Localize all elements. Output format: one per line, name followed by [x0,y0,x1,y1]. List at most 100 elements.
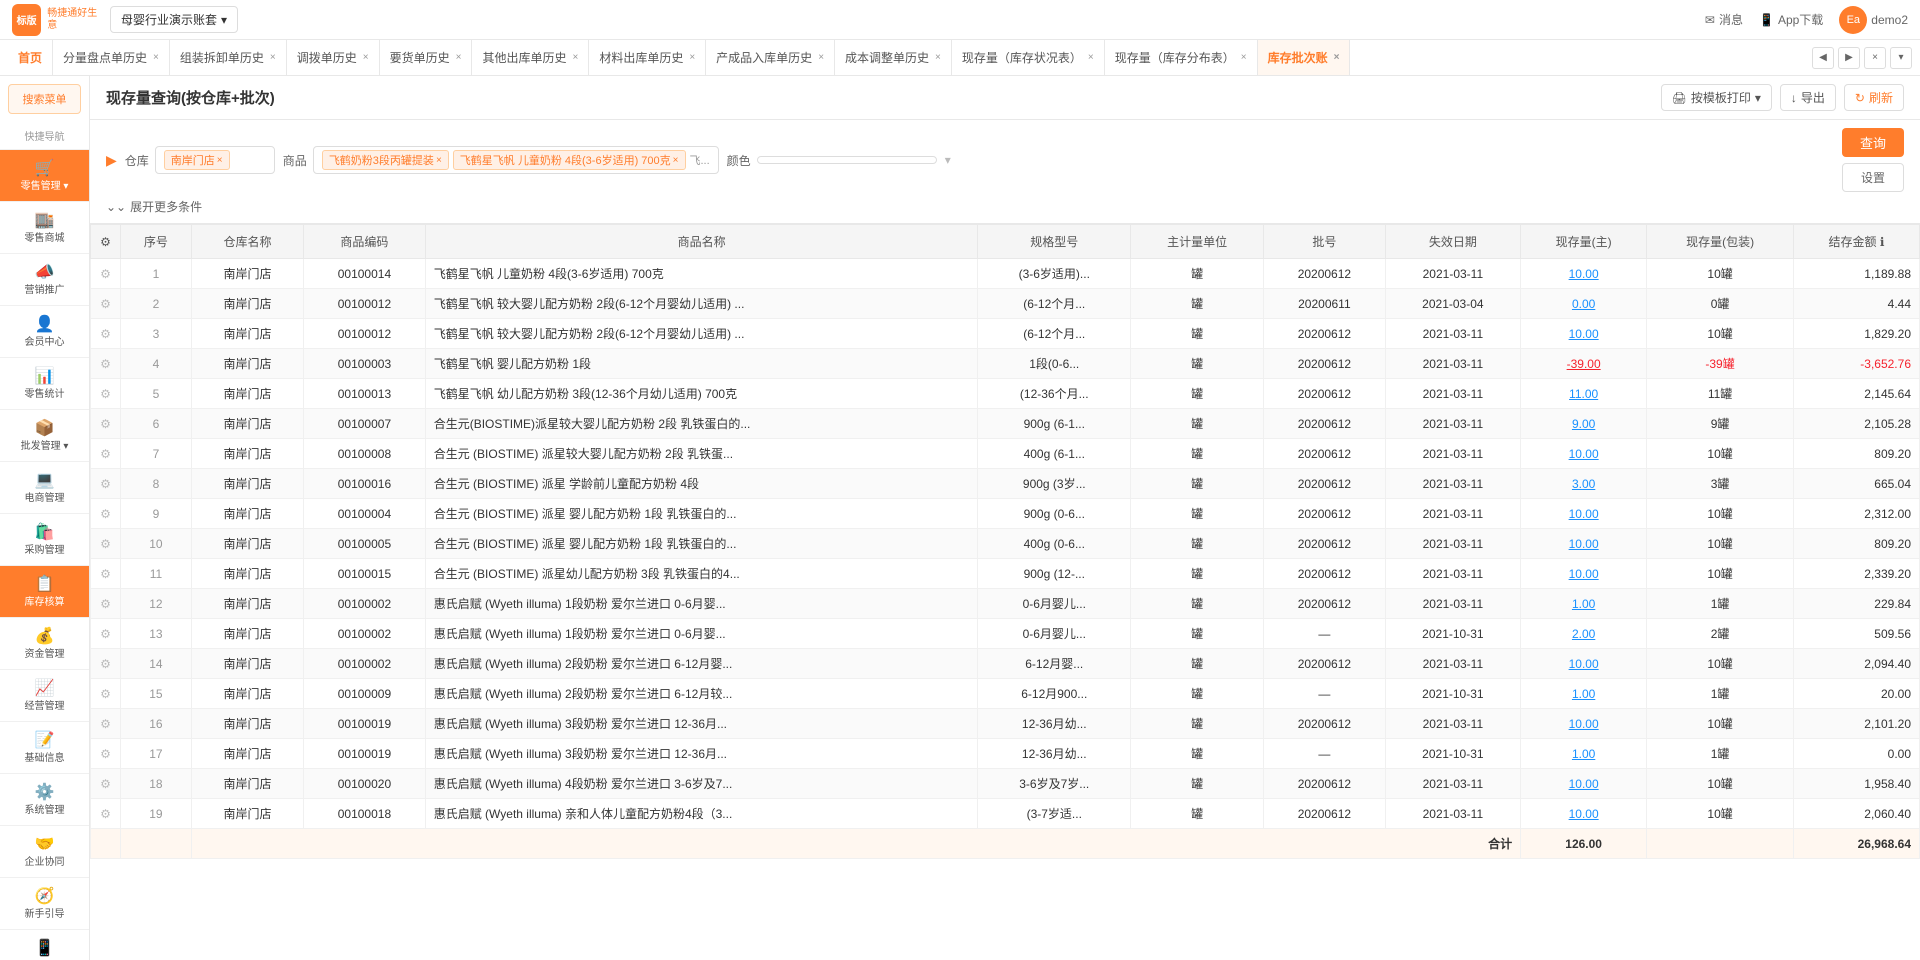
tab-close-icon[interactable]: × [572,52,578,63]
tab-close-icon[interactable]: × [935,52,941,63]
row-stock-main[interactable]: 0.00 [1521,289,1647,319]
tab-inventory-status[interactable]: 现存量（库存状况表） × [952,40,1105,76]
row-settings-cell[interactable]: ⚙ [91,409,121,439]
row-settings-cell[interactable]: ⚙ [91,739,121,769]
row-settings-cell[interactable]: ⚙ [91,559,121,589]
row-stock-main[interactable]: 10.00 [1521,439,1647,469]
sidebar-item-system[interactable]: ⚙️ 系统管理 [0,774,89,826]
row-settings-cell[interactable]: ⚙ [91,259,121,289]
row-stock-main[interactable]: 10.00 [1521,499,1647,529]
row-stock-main[interactable]: 10.00 [1521,799,1647,829]
tab-mix-history[interactable]: 调拨单历史 × [287,40,380,76]
app-download-btn[interactable]: 📱 App下载 [1759,11,1823,28]
row-settings-cell[interactable]: ⚙ [91,349,121,379]
row-settings-cell[interactable]: ⚙ [91,769,121,799]
search-menu-btn[interactable]: 搜索菜单 [8,84,81,114]
row-settings-cell[interactable]: ⚙ [91,439,121,469]
tab-close-icon[interactable]: × [1241,52,1247,63]
row-stock-main[interactable]: 10.00 [1521,259,1647,289]
row-stock-main[interactable]: 10.00 [1521,649,1647,679]
row-settings-cell[interactable]: ⚙ [91,679,121,709]
sidebar-item-enterprise[interactable]: 🤝 企业协同 [0,826,89,878]
product-filter-input[interactable]: 飞鹤奶粉3段丙罐提装 × 飞鹤星飞帆 儿童奶粉 4段(3-6岁适用) 700克 … [313,146,719,174]
product-tag-close-1[interactable]: × [436,155,442,166]
tab-close-icon[interactable]: × [818,52,824,63]
row-settings-cell[interactable]: ⚙ [91,649,121,679]
row-settings-cell[interactable]: ⚙ [91,589,121,619]
tab-prev-btn[interactable]: ◀ [1812,47,1834,69]
tab-close-all-btn[interactable]: × [1864,47,1886,69]
tab-product-in-history[interactable]: 产成品入库单历史 × [706,40,835,76]
sidebar-item-wholesale[interactable]: 📦 批发管理 ▾ [0,410,89,462]
tab-close-icon[interactable]: × [363,52,369,63]
tab-close-icon[interactable]: × [689,52,695,63]
row-stock-main[interactable]: 2.00 [1521,619,1647,649]
row-settings-cell[interactable]: ⚙ [91,799,121,829]
sidebar-item-purchase[interactable]: 🛍️ 采购管理 [0,514,89,566]
row-stock-main[interactable]: 10.00 [1521,769,1647,799]
tab-next-btn[interactable]: ▶ [1838,47,1860,69]
expand-conditions-btn[interactable]: ⌄⌄ 展开更多条件 [106,198,1904,215]
row-settings-cell[interactable]: ⚙ [91,469,121,499]
tab-close-icon[interactable]: × [1088,52,1094,63]
sidebar-item-operation[interactable]: 📈 经营管理 [0,670,89,722]
row-settings-cell[interactable]: ⚙ [91,319,121,349]
messages-btn[interactable]: ✉ 消息 [1705,11,1743,28]
row-stock-main[interactable]: -39.00 [1521,349,1647,379]
th-settings[interactable]: ⚙ [91,225,121,259]
sidebar-item-app-center[interactable]: 📱 应用中心 [0,930,89,960]
sidebar-item-inventory[interactable]: 📋 库存核算 [0,566,89,618]
row-settings-cell[interactable]: ⚙ [91,289,121,319]
row-stock-main[interactable]: 1.00 [1521,589,1647,619]
tab-inventory-dist[interactable]: 现存量（库存分布表） × [1105,40,1258,76]
color-filter-input[interactable] [757,156,937,164]
sidebar-item-ecommerce[interactable]: 💻 电商管理 [0,462,89,514]
tab-cost-adjust-history[interactable]: 成本调整单历史 × [835,40,952,76]
warehouse-filter-input[interactable]: 南岸门店 × [155,146,275,174]
tab-close-icon[interactable]: × [1334,52,1340,63]
user-profile-btn[interactable]: Ea demo2 [1839,6,1908,34]
row-settings-cell[interactable]: ⚙ [91,499,121,529]
print-btn[interactable]: 🖨 按模板打印 ▾ [1661,84,1772,111]
sidebar-item-retail[interactable]: 🛒 零售管理 ▾ [0,150,89,202]
account-selector[interactable]: 母婴行业演示账套 ▾ [110,6,238,33]
tab-home[interactable]: 首页 [8,40,53,76]
row-stock-main[interactable]: 11.00 [1521,379,1647,409]
tab-close-icon[interactable]: × [270,52,276,63]
row-settings-cell[interactable]: ⚙ [91,619,121,649]
refresh-btn[interactable]: ↻ 刷新 [1844,84,1904,111]
sidebar-item-finance[interactable]: 💰 资金管理 [0,618,89,670]
tab-disassemble-history[interactable]: 组装拆卸单历史 × [170,40,287,76]
tab-close-icon[interactable]: × [456,52,462,63]
row-stock-main[interactable]: 10.00 [1521,559,1647,589]
sidebar-item-marketing[interactable]: 📣 营销推广 [0,254,89,306]
sidebar-item-member[interactable]: 👤 会员中心 [0,306,89,358]
query-btn[interactable]: 查询 [1842,128,1904,157]
row-stock-main[interactable]: 10.00 [1521,319,1647,349]
tab-material-out-history[interactable]: 材料出库单历史 × [589,40,706,76]
row-stock-main[interactable]: 10.00 [1521,529,1647,559]
tab-close-icon[interactable]: × [153,52,159,63]
sidebar-item-retail-stats[interactable]: 📊 零售统计 [0,358,89,410]
export-btn[interactable]: ↓ 导出 [1780,84,1836,111]
row-settings-cell[interactable]: ⚙ [91,529,121,559]
tab-other-out-history[interactable]: 其他出库单历史 × [472,40,589,76]
row-settings-cell[interactable]: ⚙ [91,709,121,739]
sidebar-item-retail-mall[interactable]: 🏬 零售商城 [0,202,89,254]
sidebar-item-basics[interactable]: 📝 基础信息 [0,722,89,774]
settings-btn[interactable]: 设置 [1842,163,1904,192]
filter-expand-arrow[interactable]: ▶ [106,152,117,169]
row-stock-main[interactable]: 1.00 [1521,679,1647,709]
tab-demand-history[interactable]: 要货单历史 × [380,40,473,76]
tab-menu-btn[interactable]: ▾ [1890,47,1912,69]
warehouse-tag-close[interactable]: × [217,155,223,166]
tab-batch-order[interactable]: 库存批次账 × [1258,40,1351,76]
row-settings-cell[interactable]: ⚙ [91,379,121,409]
sidebar-item-guide[interactable]: 🧭 新手引导 [0,878,89,930]
product-tag-close-2[interactable]: × [673,155,679,166]
tab-split-history[interactable]: 分量盘点单历史 × [53,40,170,76]
row-stock-main[interactable]: 1.00 [1521,739,1647,769]
row-stock-main[interactable]: 3.00 [1521,469,1647,499]
row-stock-main[interactable]: 9.00 [1521,409,1647,439]
row-stock-main[interactable]: 10.00 [1521,709,1647,739]
